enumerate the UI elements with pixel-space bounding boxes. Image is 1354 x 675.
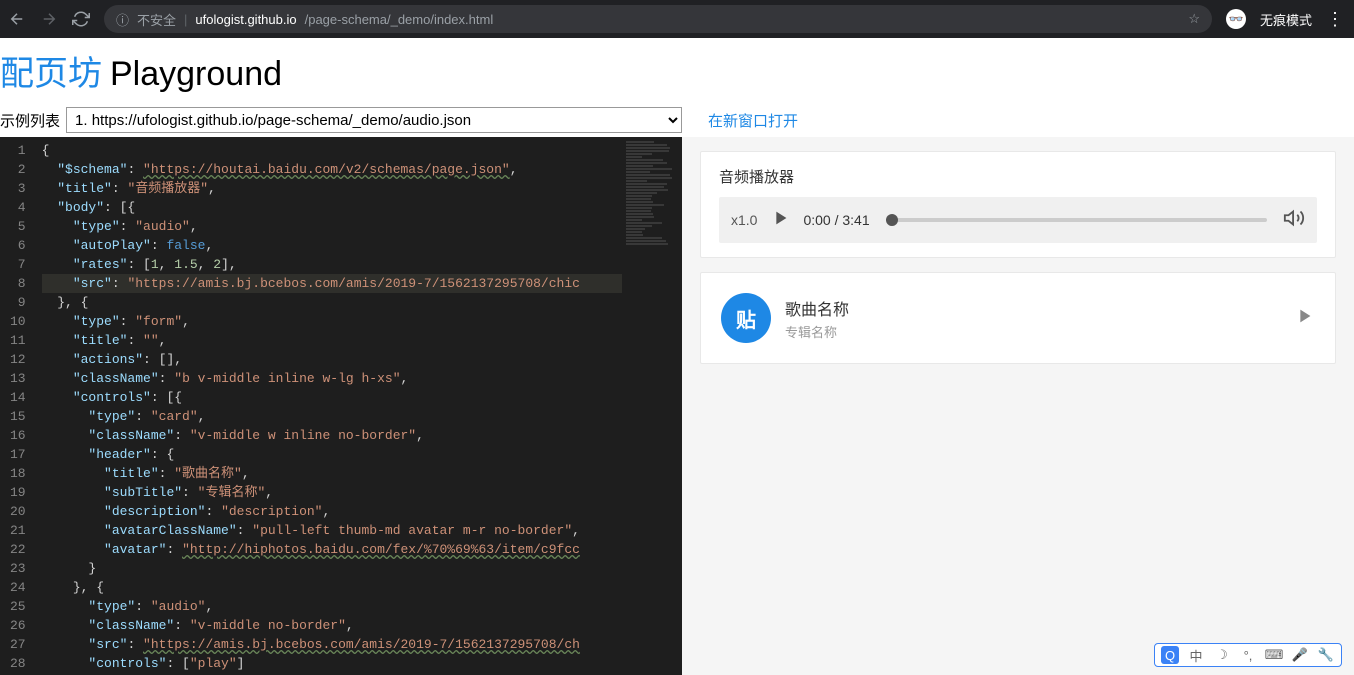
back-button[interactable]	[8, 10, 26, 28]
song-card-panel: 贴 歌曲名称 专辑名称	[700, 272, 1336, 364]
minimap[interactable]	[622, 137, 682, 675]
menu-icon[interactable]: ⋮	[1326, 9, 1346, 30]
ime-main-icon[interactable]: Q	[1161, 646, 1179, 664]
code-editor[interactable]: 1234567891011121314151617181920212223242…	[0, 137, 682, 675]
avatar: 贴	[721, 293, 771, 343]
browser-chrome: ⓘ 不安全 | ufologist.github.io/page-schema/…	[0, 0, 1354, 38]
moon-icon[interactable]: ☽	[1213, 646, 1231, 664]
main-split: 1234567891011121314151617181920212223242…	[0, 137, 1354, 675]
address-bar[interactable]: ⓘ 不安全 | ufologist.github.io/page-schema/…	[104, 5, 1212, 33]
panel-title: 音频播放器	[719, 166, 1317, 187]
punctuation-icon[interactable]: °,	[1239, 646, 1257, 664]
page-header: 配页坊 Playground	[0, 38, 1354, 103]
audio-panel: 音频播放器 x1.0 0:00 / 3:41	[700, 151, 1336, 258]
song-card: 贴 歌曲名称 专辑名称	[711, 283, 1325, 353]
playback-rate[interactable]: x1.0	[731, 212, 757, 228]
code-content[interactable]: { "$schema": "https://houtai.baidu.com/v…	[34, 137, 622, 675]
preview-pane: 音频播放器 x1.0 0:00 / 3:41 贴 歌曲名称 专辑名称 Q 中	[682, 137, 1354, 675]
progress-slider[interactable]	[886, 218, 1267, 222]
keyboard-icon[interactable]: ⌨	[1265, 646, 1283, 664]
time-display: 0:00 / 3:41	[803, 212, 869, 228]
line-gutter: 1234567891011121314151617181920212223242…	[0, 137, 34, 675]
mic-icon[interactable]: 🎤	[1291, 646, 1309, 664]
volume-icon[interactable]	[1283, 207, 1305, 234]
incognito-label: 无痕模式	[1260, 10, 1312, 29]
ime-toolbar[interactable]: Q 中 ☽ °, ⌨ 🎤 🔧	[1154, 643, 1342, 667]
ime-lang-toggle[interactable]: 中	[1187, 646, 1205, 664]
star-icon[interactable]: ☆	[1188, 11, 1200, 27]
page-title: Playground	[110, 55, 282, 94]
example-list-label: 示例列表	[0, 110, 60, 131]
brand-logo[interactable]: 配页坊	[0, 46, 102, 95]
forward-button[interactable]	[40, 10, 58, 28]
song-title: 歌曲名称	[785, 296, 1279, 320]
url-host: ufologist.github.io	[195, 12, 296, 27]
info-icon: ⓘ	[116, 10, 129, 29]
security-label: 不安全	[137, 10, 176, 29]
example-select[interactable]: 1. https://ufologist.github.io/page-sche…	[66, 107, 682, 133]
url-path: /page-schema/_demo/index.html	[305, 12, 494, 27]
song-subtitle: 专辑名称	[785, 322, 1279, 341]
audio-player: x1.0 0:00 / 3:41	[719, 197, 1317, 243]
incognito-icon: 👓	[1226, 9, 1246, 29]
open-new-window-link[interactable]: 在新窗口打开	[708, 110, 798, 131]
reload-button[interactable]	[72, 10, 90, 28]
toolbar: 示例列表 1. https://ufologist.github.io/page…	[0, 103, 1354, 137]
wrench-icon[interactable]: 🔧	[1317, 646, 1335, 664]
card-play-button[interactable]	[1293, 305, 1315, 332]
play-button[interactable]	[769, 207, 791, 234]
